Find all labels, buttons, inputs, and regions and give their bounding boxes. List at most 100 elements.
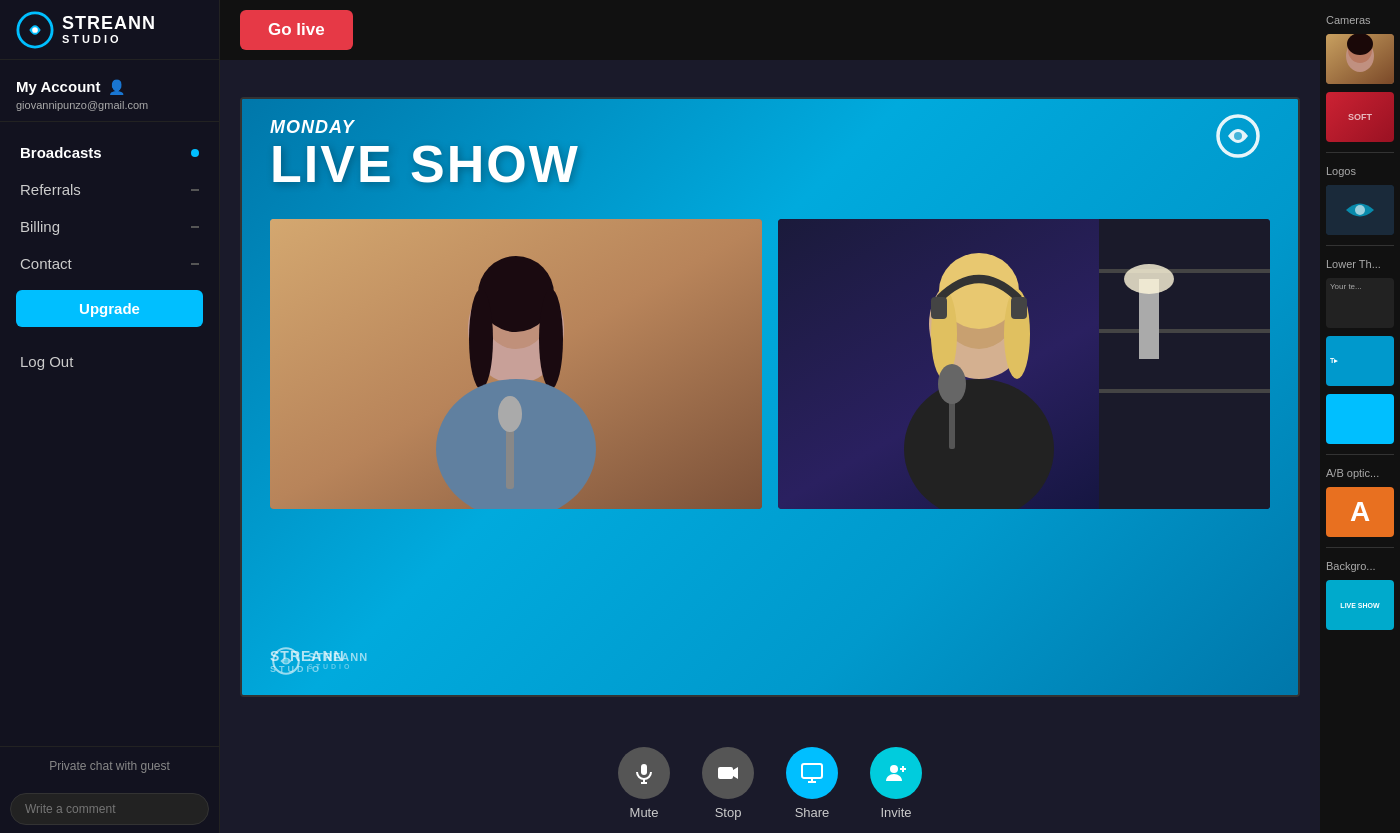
share-button[interactable]: Share (786, 747, 838, 820)
logos-label: Logos (1320, 159, 1400, 181)
svg-rect-17 (1099, 389, 1270, 393)
lower-third-b-label: T▸ (1330, 357, 1338, 365)
broadcast-canvas: MONDAY LIVE SHOW (240, 97, 1300, 697)
account-email: giovannipunzo@gmail.com (16, 99, 203, 111)
share-icon (786, 747, 838, 799)
lower-third-bg[interactable]: Your te... (1326, 278, 1394, 328)
svg-point-19 (1124, 264, 1174, 294)
lower-third-b[interactable]: T▸ (1326, 336, 1394, 386)
svg-marker-36 (733, 767, 738, 779)
comment-input[interactable] (10, 793, 209, 825)
svg-rect-15 (1099, 269, 1270, 273)
canvas-logo (1198, 114, 1278, 173)
svg-point-12 (498, 396, 522, 432)
live-show-title: MONDAY LIVE SHOW (270, 117, 580, 190)
contact-indicator (191, 263, 199, 265)
camera-icon (716, 761, 740, 785)
person1-visual (270, 219, 762, 509)
logo-thumb-1[interactable] (1326, 185, 1394, 235)
sidebar: STREANN STUDIO My Account 👤 giovannipunz… (0, 0, 220, 833)
sidebar-nav: Broadcasts Referrals Billing Contact Upg… (0, 122, 219, 746)
mute-button[interactable]: Mute (618, 747, 670, 820)
svg-point-9 (539, 289, 563, 389)
user-icon: 👤 (108, 79, 125, 95)
svg-point-40 (890, 765, 898, 773)
camera-thumb-2[interactable]: SOFT (1326, 92, 1394, 142)
mute-icon (618, 747, 670, 799)
svg-rect-26 (1011, 297, 1027, 319)
canvas-bottom-logo-row: STREANN STUDIO (270, 645, 368, 677)
invite-icon (870, 747, 922, 799)
video-feed-1 (270, 219, 762, 509)
account-name: My Account (16, 78, 100, 95)
svg-rect-16 (1099, 329, 1270, 333)
streann-logo-icon (16, 11, 54, 49)
divider-2 (1326, 245, 1394, 246)
svg-rect-35 (718, 767, 733, 779)
background-thumb[interactable]: LIVE SHOW (1326, 580, 1394, 630)
invite-button[interactable]: Invite (870, 747, 922, 820)
svg-point-46 (1347, 34, 1373, 55)
background-preview: LIVE SHOW (1326, 580, 1394, 630)
svg-point-3 (1234, 132, 1242, 140)
logout-label: Log Out (20, 353, 73, 370)
svg-rect-14 (1099, 219, 1270, 509)
ab-option-a[interactable]: A (1326, 487, 1394, 537)
lower-third-text: Your te... (1326, 278, 1394, 295)
go-live-button[interactable]: Go live (240, 10, 353, 50)
sidebar-item-contact[interactable]: Contact (0, 245, 219, 282)
controls-bar: Mute Stop Share (220, 733, 1320, 833)
camera2-label: SOFT (1348, 112, 1372, 122)
stop-button[interactable]: Stop (702, 747, 754, 820)
sidebar-logo: STREANN STUDIO (0, 0, 219, 60)
logout-item[interactable]: Log Out (0, 343, 219, 380)
svg-point-48 (1355, 205, 1365, 215)
sidebar-item-referrals[interactable]: Referrals (0, 171, 219, 208)
logo-text: STREANN STUDIO (62, 14, 156, 46)
logo-studio: STUDIO (62, 33, 156, 45)
person2-visual (778, 219, 1270, 509)
canvas-logo-svg (1198, 114, 1278, 169)
video-feed-2 (778, 219, 1270, 509)
canvas-bottom-studio-text: STUDIO (308, 663, 368, 670)
billing-label: Billing (20, 218, 60, 235)
monitor-icon (800, 761, 824, 785)
camera1-preview (1326, 34, 1394, 84)
logo-streann: STREANN (62, 14, 156, 34)
share-label: Share (795, 805, 830, 820)
lower-thirds-label: Lower Th... (1320, 252, 1400, 274)
canvas-overlay: MONDAY LIVE SHOW (242, 99, 1298, 695)
cameras-label: Cameras (1320, 8, 1400, 30)
ab-options-label: A/B optic... (1320, 461, 1400, 483)
top-bar: Go live (220, 0, 1320, 60)
right-panel: Cameras SOFT Logos Lower Th.. (1320, 0, 1400, 833)
sidebar-item-broadcasts[interactable]: Broadcasts (0, 134, 219, 171)
background-label: Backgro... (1320, 554, 1400, 576)
canvas-bottom-text: STREANN STUDIO (308, 651, 368, 670)
referrals-indicator (191, 189, 199, 191)
broadcasts-indicator (191, 149, 199, 157)
svg-rect-25 (931, 297, 947, 319)
sidebar-account: My Account 👤 giovannipunzo@gmail.com (0, 60, 219, 122)
upgrade-button[interactable]: Upgrade (16, 290, 203, 327)
invite-label: Invite (880, 805, 911, 820)
svg-point-8 (469, 289, 493, 389)
live-show-heading: LIVE SHOW (270, 138, 580, 190)
lower-third-c[interactable] (1326, 394, 1394, 444)
logo1-preview (1326, 185, 1394, 235)
stop-label: Stop (715, 805, 742, 820)
divider-1 (1326, 152, 1394, 153)
canvas-bottom-logo-icon (270, 645, 302, 677)
svg-point-31 (284, 658, 289, 663)
contact-label: Contact (20, 255, 72, 272)
svg-rect-37 (802, 764, 822, 778)
mute-label: Mute (630, 805, 659, 820)
camera-thumb-1[interactable] (1326, 34, 1394, 84)
svg-point-1 (32, 27, 38, 33)
microphone-icon (632, 761, 656, 785)
lower-third-b-preview: T▸ (1326, 336, 1394, 386)
background-text: LIVE SHOW (1340, 602, 1379, 609)
referrals-label: Referrals (20, 181, 81, 198)
sidebar-item-billing[interactable]: Billing (0, 208, 219, 245)
broadcasts-label: Broadcasts (20, 144, 102, 161)
